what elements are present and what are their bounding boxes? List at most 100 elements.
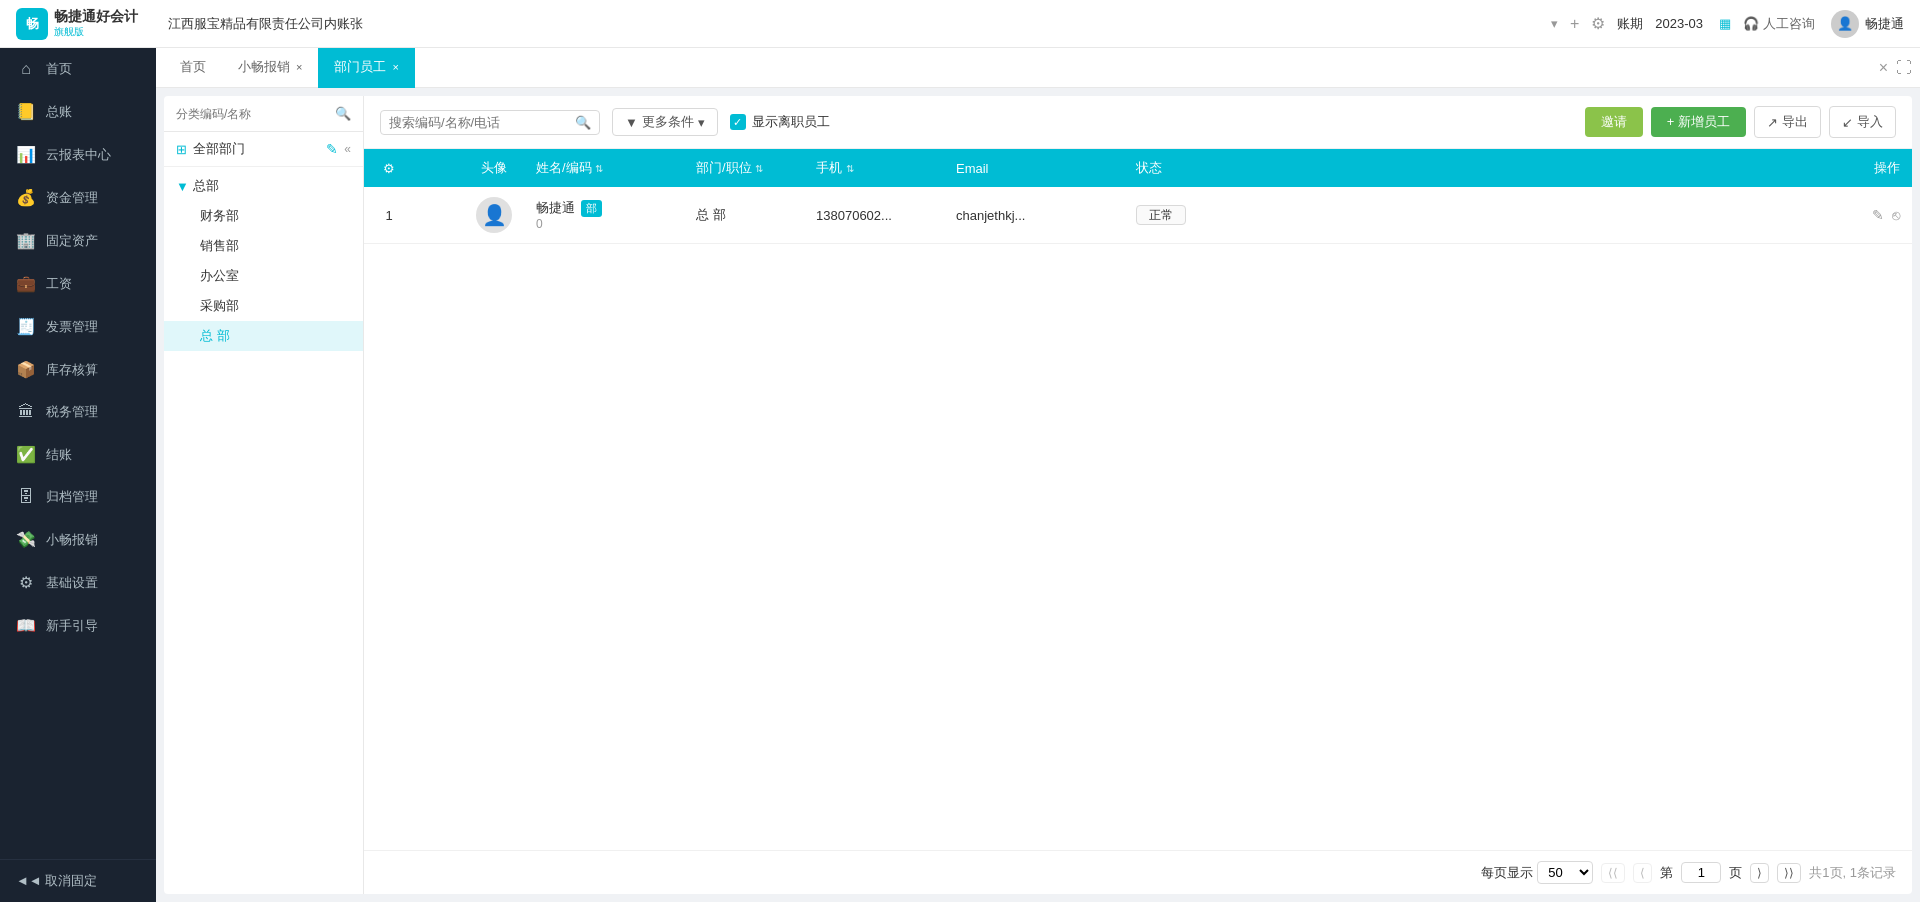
toolbar-right: 邀请 + 新增员工 ↗ 导出 ↙ 导入 [1585, 106, 1896, 138]
page-total: 共1页, 1条记录 [1809, 864, 1896, 882]
settings-col-icon: ⚙ [383, 161, 395, 176]
sidebar-item-ledger[interactable]: 📒 总账 [0, 90, 156, 133]
th-name[interactable]: 姓名/编码 ⇅ [524, 149, 684, 187]
emp-code: 0 [536, 217, 672, 231]
dept-grid-icon: ⊞ [176, 142, 187, 157]
add-company-btn[interactable]: + [1570, 15, 1579, 33]
dept-bangongshi-label: 办公室 [200, 267, 239, 285]
content-area: 首页 小畅报销 × 部门员工 × × ⛶ 🔍 [156, 48, 1920, 902]
sidebar-item-checkout[interactable]: ✅ 结账 [0, 433, 156, 476]
last-page-button[interactable]: ⟩⟩ [1777, 863, 1801, 883]
per-page-dropdown[interactable]: 50 100 200 [1537, 861, 1593, 884]
pagination: 每页显示 50 100 200 ⟨⟨ ⟨ 第 页 ⟩ ⟩⟩ 共1页, 1条记录 [364, 850, 1912, 894]
sidebar-item-funds[interactable]: 💰 资金管理 [0, 176, 156, 219]
dept-xiaoshoubu-label: 销售部 [200, 237, 239, 255]
dept-tree-item-caigoubu[interactable]: 采购部 [164, 291, 363, 321]
dept-tree-item-bangongshi[interactable]: 办公室 [164, 261, 363, 291]
sidebar-item-assets[interactable]: 🏢 固定资产 [0, 219, 156, 262]
guide-icon: 📖 [16, 616, 36, 635]
td-phone: 138070602... [804, 187, 944, 244]
company-name: 江西服宝精品有限责任公司内账张 [168, 15, 1539, 33]
dept-tree-item-xiaoshoubu[interactable]: 销售部 [164, 231, 363, 261]
tab-bumenyuangong-close-icon[interactable]: × [392, 61, 398, 73]
app-edition: 旗舰版 [54, 25, 138, 39]
add-employee-button[interactable]: + 新增员工 [1651, 107, 1746, 137]
sidebar-item-reports[interactable]: 📊 云报表中心 [0, 133, 156, 176]
sidebar-item-xiaochange[interactable]: 💸 小畅报销 [0, 518, 156, 561]
settings-icon[interactable]: ⚙ [1591, 14, 1605, 33]
sidebar-item-tax[interactable]: 🏛 税务管理 [0, 391, 156, 433]
sidebar-item-settings[interactable]: ⚙ 基础设置 [0, 561, 156, 604]
td-dept: 总 部 [684, 187, 804, 244]
tab-bumenyuangong[interactable]: 部门员工 × [318, 48, 414, 88]
first-page-button[interactable]: ⟨⟨ [1601, 863, 1625, 883]
sidebar-item-archive[interactable]: 🗄 归档管理 [0, 476, 156, 518]
td-name: 畅捷通 部 0 [524, 187, 684, 244]
sidebar-item-tax-label: 税务管理 [46, 403, 98, 421]
period-value[interactable]: 2023-03 [1655, 16, 1703, 31]
tab-home[interactable]: 首页 [164, 48, 222, 88]
period-label: 账期 [1617, 15, 1643, 33]
th-phone[interactable]: 手机 ⇅ [804, 149, 944, 187]
dept-zongbu-label: 总部 [193, 177, 219, 195]
basic-settings-icon: ⚙ [16, 573, 36, 592]
dept-edit-icon[interactable]: ✎ [326, 141, 338, 157]
sidebar-item-inventory[interactable]: 📦 库存核算 [0, 348, 156, 391]
import-button[interactable]: ↙ 导入 [1829, 106, 1896, 138]
sidebar-item-xiaochange-label: 小畅报销 [46, 531, 98, 549]
tab-xiaochangbaoxiao[interactable]: 小畅报销 × [222, 48, 318, 88]
invite-button[interactable]: 邀请 [1585, 107, 1643, 137]
app-name: 畅捷通好会计 [54, 8, 138, 25]
sidebar: ⌂ 首页 📒 总账 📊 云报表中心 💰 资金管理 🏢 固定资产 💼 工资 🧾 发… [0, 48, 156, 902]
current-page-input[interactable] [1681, 862, 1721, 883]
sidebar-item-ledger-label: 总账 [46, 103, 72, 121]
tab-xiaochangbaoxiao-close-icon[interactable]: × [296, 61, 302, 73]
sidebar-item-funds-label: 资金管理 [46, 189, 98, 207]
employee-search-icon[interactable]: 🔍 [575, 115, 591, 130]
sidebar-item-home[interactable]: ⌂ 首页 [0, 48, 156, 90]
filter-label: 更多条件 [642, 113, 694, 131]
logout-employee-button[interactable]: ⎋ [1892, 207, 1900, 223]
sidebar-item-guide[interactable]: 📖 新手引导 [0, 604, 156, 647]
next-page-button[interactable]: ⟩ [1750, 863, 1769, 883]
tab-xiaochangbaoxiao-label: 小畅报销 [238, 58, 290, 76]
dept-tree-item-zongbu[interactable]: ▼ 总部 [164, 171, 363, 201]
show-resigned-checkbox[interactable]: ✓ [730, 114, 746, 130]
dept-caigoubu-label: 采购部 [200, 297, 239, 315]
dept-panel: 🔍 ⊞ 全部部门 ✎ « ▼ 总部 财务部 [164, 96, 364, 894]
td-status: 正常 [1124, 187, 1224, 244]
filter-more-button[interactable]: ▼ 更多条件 ▾ [612, 108, 718, 136]
sidebar-unpin-button[interactable]: ◄◄ 取消固定 [0, 859, 156, 902]
sidebar-item-salary[interactable]: 💼 工资 [0, 262, 156, 305]
dept-tree-item-zongbu2[interactable]: 总 部 [164, 321, 363, 351]
tab-expand-button[interactable]: ⛶ [1896, 59, 1912, 77]
dept-search-icon[interactable]: 🔍 [335, 106, 351, 121]
tab-home-label: 首页 [180, 58, 206, 76]
dept-tree-item-caiwubu[interactable]: 财务部 [164, 201, 363, 231]
dept-sort-icon: ⇅ [755, 163, 763, 174]
dept-collapse-icon[interactable]: « [344, 142, 351, 156]
dept-search-input[interactable] [176, 107, 329, 121]
dept-badge: 部 [581, 200, 602, 217]
edit-employee-button[interactable]: ✎ [1872, 207, 1884, 223]
sidebar-item-settings-label: 基础设置 [46, 574, 98, 592]
salary-icon: 💼 [16, 274, 36, 293]
prev-page-button[interactable]: ⟨ [1633, 863, 1652, 883]
consult-button[interactable]: 🎧 人工咨询 [1743, 15, 1815, 33]
employee-name: 畅捷通 [536, 199, 575, 217]
user-area[interactable]: 👤 畅捷通 [1831, 10, 1904, 38]
avatar-circle: 👤 [476, 197, 512, 233]
tab-close-all-button[interactable]: × [1879, 59, 1888, 77]
avatar-placeholder: 👤 [1837, 16, 1853, 31]
dropdown-arrow-icon[interactable]: ▾ [1551, 16, 1558, 31]
th-settings[interactable]: ⚙ [364, 149, 414, 187]
home-icon: ⌂ [16, 60, 36, 78]
export-button[interactable]: ↗ 导出 [1754, 106, 1821, 138]
sidebar-item-invoice[interactable]: 🧾 发票管理 [0, 305, 156, 348]
filter-dropdown-icon: ▾ [698, 115, 705, 130]
th-dept[interactable]: 部门/职位 ⇅ [684, 149, 804, 187]
employee-toolbar: 🔍 ▼ 更多条件 ▾ ✓ 显示离职员工 邀请 + 新增员工 [364, 96, 1912, 149]
employee-search-input[interactable] [389, 115, 569, 130]
employee-table-container: ⚙ 头像 姓名/编码 ⇅ [364, 149, 1912, 850]
calendar-icon[interactable]: ▦ [1719, 16, 1731, 31]
